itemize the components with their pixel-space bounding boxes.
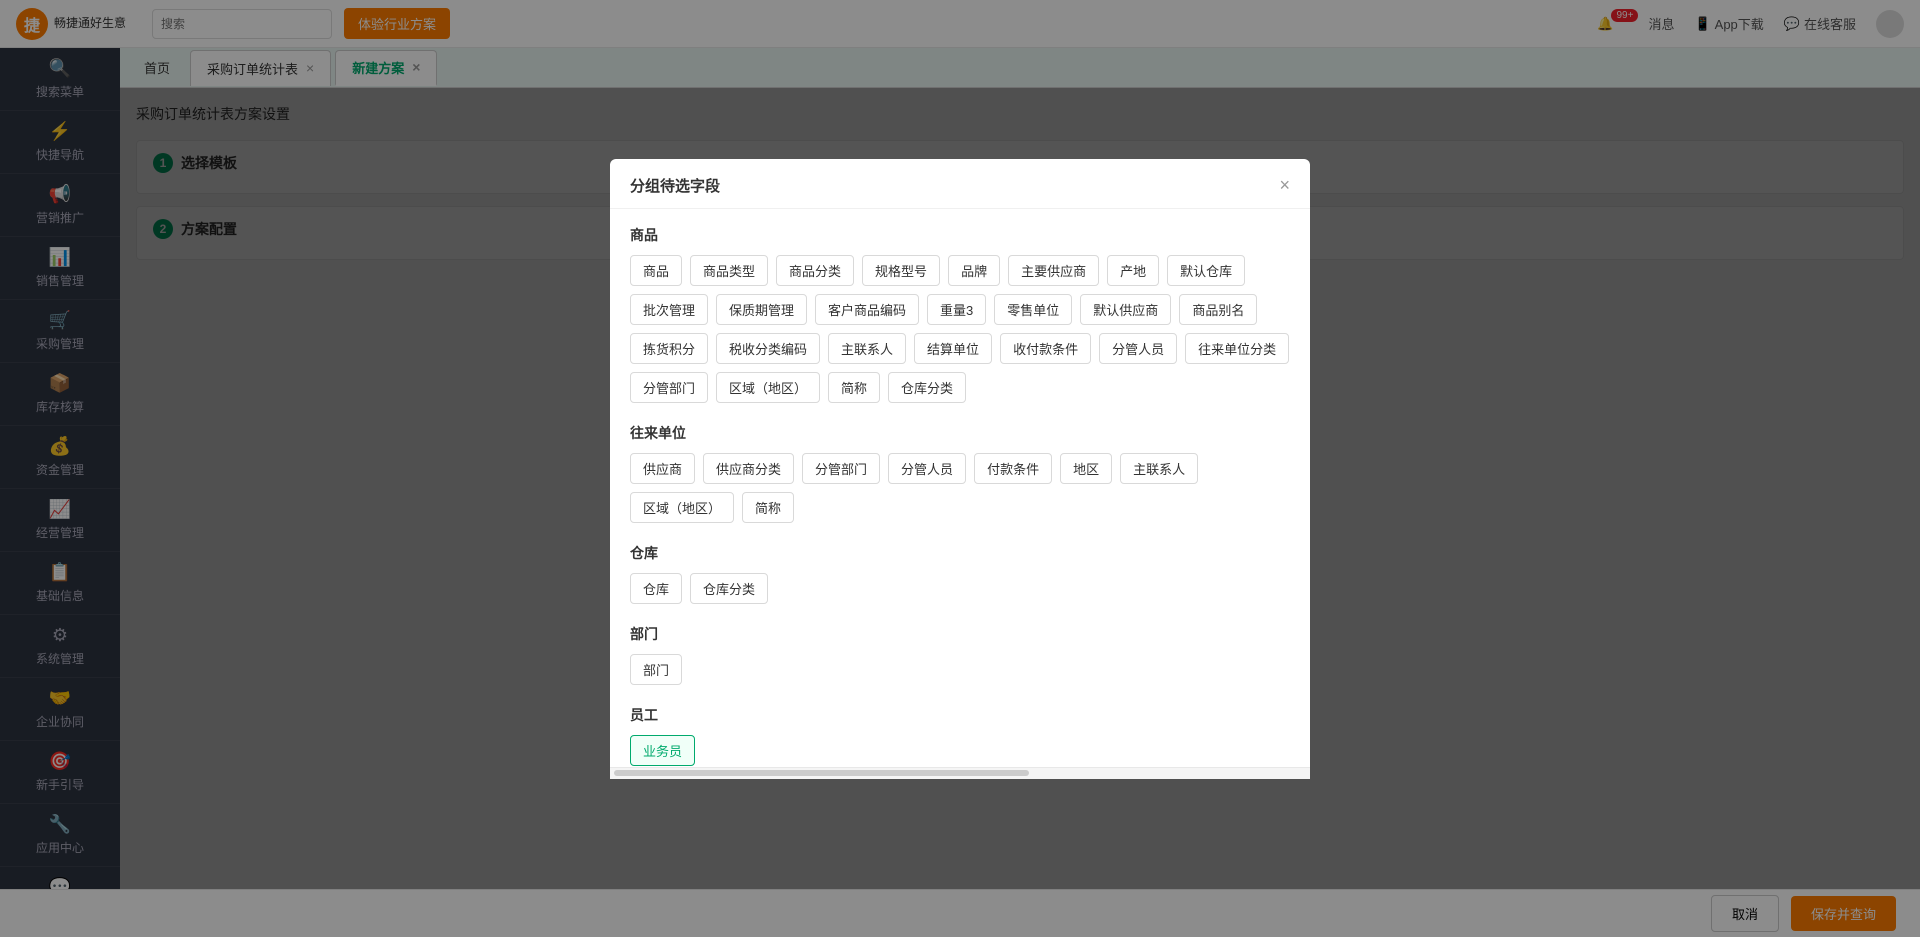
field-tag-origin[interactable]: 产地: [1107, 255, 1159, 286]
field-tag-manager[interactable]: 分管人员: [1099, 333, 1177, 364]
field-tag-department[interactable]: 部门: [630, 654, 682, 685]
field-tag-product-category[interactable]: 商品分类: [776, 255, 854, 286]
section-warehouse: 仓库 仓库 仓库分类: [630, 543, 1290, 604]
hscroll-thumb: [614, 770, 1029, 776]
section-product-tags: 商品 商品类型 商品分类 规格型号 品牌 主要供应商 产地 默认仓库 批次管理 …: [630, 255, 1290, 403]
modal-horizontal-scrollbar[interactable]: [610, 767, 1310, 779]
field-tag-product[interactable]: 商品: [630, 255, 682, 286]
field-tag-partner-contact[interactable]: 主联系人: [1120, 453, 1198, 484]
field-tag-region[interactable]: 区域（地区）: [716, 372, 820, 403]
field-tag-spec-model[interactable]: 规格型号: [862, 255, 940, 286]
section-employee-tags: 业务员: [630, 735, 1290, 766]
field-tag-warehouse[interactable]: 仓库: [630, 573, 682, 604]
field-tag-weight[interactable]: 重量3: [927, 294, 986, 325]
field-tag-pick-points[interactable]: 拣货积分: [630, 333, 708, 364]
section-employee-title: 员工: [630, 705, 1290, 725]
field-tag-retail-unit[interactable]: 零售单位: [994, 294, 1072, 325]
field-tag-supplier[interactable]: 供应商: [630, 453, 695, 484]
section-department: 部门 部门: [630, 624, 1290, 685]
section-partner-tags: 供应商 供应商分类 分管部门 分管人员 付款条件 地区 主联系人 区域（地区） …: [630, 453, 1290, 523]
field-tag-product-alias[interactable]: 商品别名: [1179, 294, 1257, 325]
section-warehouse-tags: 仓库 仓库分类: [630, 573, 1290, 604]
field-tag-warehouse-cat[interactable]: 仓库分类: [690, 573, 768, 604]
field-tag-shelf-life[interactable]: 保质期管理: [716, 294, 807, 325]
field-tag-tax-code[interactable]: 税收分类编码: [716, 333, 820, 364]
field-tag-short-name[interactable]: 简称: [828, 372, 880, 403]
field-tag-salesperson[interactable]: 业务员: [630, 735, 695, 766]
section-product: 商品 商品 商品类型 商品分类 规格型号 品牌 主要供应商 产地 默认仓库 批次…: [630, 225, 1290, 403]
field-tag-partner-region[interactable]: 区域（地区）: [630, 492, 734, 523]
field-tag-area[interactable]: 地区: [1060, 453, 1112, 484]
section-partner-title: 往来单位: [630, 423, 1290, 443]
field-tag-dept[interactable]: 分管部门: [630, 372, 708, 403]
section-employee: 员工 业务员: [630, 705, 1290, 766]
field-tag-payment-terms[interactable]: 收付款条件: [1000, 333, 1091, 364]
modal-header: 分组待选字段 ×: [610, 159, 1310, 209]
field-tag-customer-code[interactable]: 客户商品编码: [815, 294, 919, 325]
field-tag-partner-category[interactable]: 往来单位分类: [1185, 333, 1289, 364]
field-tag-default-supplier[interactable]: 默认供应商: [1080, 294, 1171, 325]
field-tag-brand[interactable]: 品牌: [948, 255, 1000, 286]
field-tag-pay-terms[interactable]: 付款条件: [974, 453, 1052, 484]
section-partner: 往来单位 供应商 供应商分类 分管部门 分管人员 付款条件 地区 主联系人 区域…: [630, 423, 1290, 523]
modal-title: 分组待选字段: [630, 175, 720, 196]
field-tag-product-type[interactable]: 商品类型: [690, 255, 768, 286]
field-select-modal: 分组待选字段 × 商品 商品 商品类型 商品分类 规格型号 品牌 主要供应商 产…: [610, 159, 1310, 779]
section-product-title: 商品: [630, 225, 1290, 245]
field-tag-partner-short[interactable]: 简称: [742, 492, 794, 523]
field-tag-default-warehouse[interactable]: 默认仓库: [1167, 255, 1245, 286]
field-tag-main-contact[interactable]: 主联系人: [828, 333, 906, 364]
section-warehouse-title: 仓库: [630, 543, 1290, 563]
field-tag-warehouse-category[interactable]: 仓库分类: [888, 372, 966, 403]
field-tag-partner-dept[interactable]: 分管部门: [802, 453, 880, 484]
section-department-title: 部门: [630, 624, 1290, 644]
modal-body: 商品 商品 商品类型 商品分类 规格型号 品牌 主要供应商 产地 默认仓库 批次…: [610, 209, 1310, 767]
modal-close-button[interactable]: ×: [1279, 175, 1290, 196]
field-tag-supplier-category[interactable]: 供应商分类: [703, 453, 794, 484]
field-tag-settlement-unit[interactable]: 结算单位: [914, 333, 992, 364]
section-department-tags: 部门: [630, 654, 1290, 685]
field-tag-batch-mgmt[interactable]: 批次管理: [630, 294, 708, 325]
field-tag-partner-manager[interactable]: 分管人员: [888, 453, 966, 484]
field-tag-main-supplier[interactable]: 主要供应商: [1008, 255, 1099, 286]
